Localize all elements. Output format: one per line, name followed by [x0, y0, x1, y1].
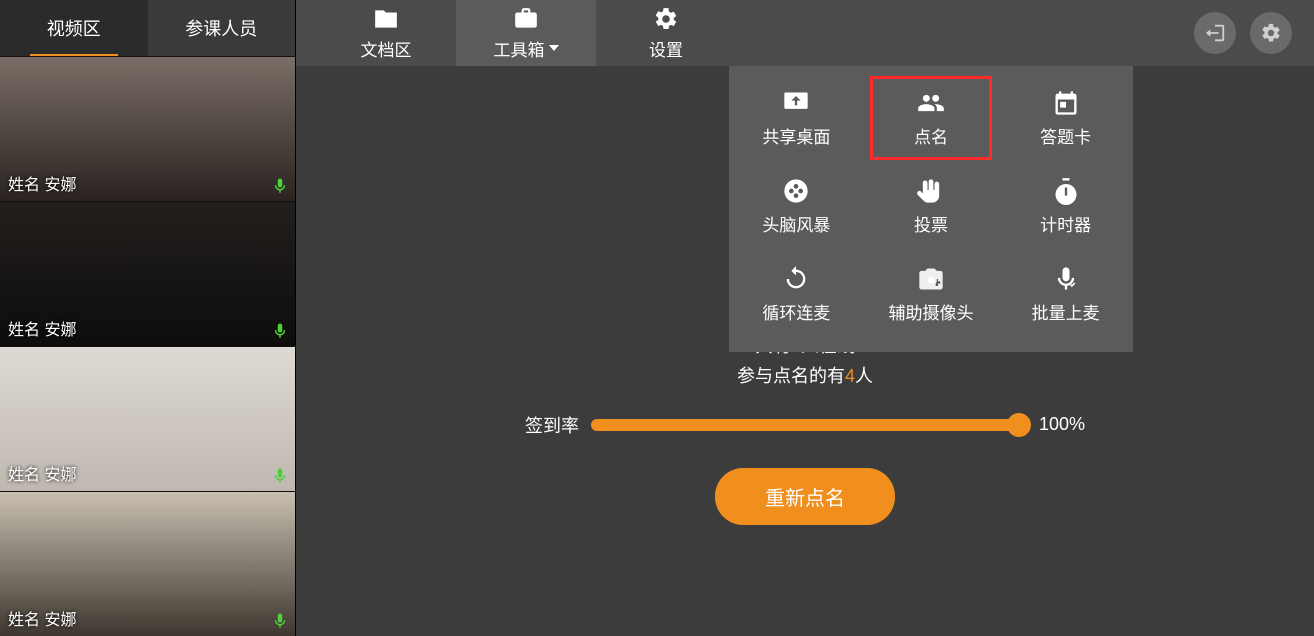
tool-batch-mic[interactable]: 批量上麦	[1004, 252, 1127, 336]
loop-icon	[782, 265, 810, 293]
gear-icon	[1260, 22, 1282, 44]
participant-name: 姓名 安娜	[0, 459, 84, 487]
tool-loop-mic[interactable]: 循环连麦	[735, 252, 858, 336]
video-cell[interactable]: 姓名 安娜	[0, 346, 295, 491]
mic-check-icon	[1052, 265, 1080, 293]
attendance-progress: 签到率 100%	[525, 412, 1085, 438]
share-icon	[782, 89, 810, 117]
settings-button[interactable]	[1250, 12, 1292, 54]
top-doc-label: 文档区	[361, 36, 412, 61]
participant-name: 姓名 安娜	[0, 314, 84, 342]
mic-icon	[271, 467, 289, 485]
tool-label: 循环连麦	[762, 299, 830, 324]
people-icon	[917, 89, 945, 117]
top-doc-area[interactable]: 文档区	[316, 0, 456, 66]
progress-bar	[591, 419, 1027, 431]
mic-icon	[271, 612, 289, 630]
rollcall-again-button[interactable]: 重新点名	[715, 468, 895, 525]
video-cell[interactable]: 姓名 安娜	[0, 201, 295, 346]
tool-vote[interactable]: 投票	[870, 164, 993, 248]
tool-timer[interactable]: 计时器	[1004, 164, 1127, 248]
toolbox-dropdown: 共享桌面 点名 答题卡 头脑风暴 投票 计时器	[729, 66, 1133, 352]
toolbox-icon	[513, 6, 539, 32]
participant-name: 姓名 安娜	[0, 604, 84, 632]
tool-brainstorm[interactable]: 头脑风暴	[735, 164, 858, 248]
gear-icon	[653, 6, 679, 32]
exit-button[interactable]	[1194, 12, 1236, 54]
tool-label: 批量上麦	[1032, 299, 1100, 324]
video-list: 姓名 安娜 姓名 安娜 姓名 安娜 姓名	[0, 56, 295, 636]
hand-icon	[917, 177, 945, 205]
chevron-down-icon	[549, 45, 559, 51]
tool-label: 共享桌面	[762, 123, 830, 148]
clock-icon	[1052, 177, 1080, 205]
progress-knob	[1009, 415, 1029, 435]
calendar-icon	[1052, 89, 1080, 117]
video-sidebar: 视频区 参课人员 姓名 安娜 姓名 安娜 姓名 安娜	[0, 0, 296, 636]
folder-icon	[373, 6, 399, 32]
tool-aux-camera[interactable]: 辅助摄像头	[870, 252, 993, 336]
film-icon	[782, 177, 810, 205]
tool-label: 计时器	[1040, 211, 1091, 236]
top-bar: 文档区 工具箱 设置	[296, 0, 1314, 66]
video-cell[interactable]: 姓名 安娜	[0, 491, 295, 636]
tool-label: 投票	[914, 211, 948, 236]
progress-label: 签到率	[525, 412, 579, 438]
tool-label: 头脑风暴	[762, 211, 830, 236]
main-area: 文档区 工具箱 设置 共享桌面 点名	[296, 0, 1314, 636]
topbar-right	[1194, 0, 1314, 66]
progress-value: 100%	[1039, 414, 1085, 435]
mic-icon	[271, 177, 289, 195]
exit-icon	[1204, 22, 1226, 44]
mic-icon	[271, 322, 289, 340]
tool-label: 答题卡	[1040, 123, 1091, 148]
tool-label: 点名	[914, 123, 948, 148]
tab-attendees[interactable]: 参课人员	[148, 0, 296, 56]
tool-share-desktop[interactable]: 共享桌面	[735, 76, 858, 160]
top-settings[interactable]: 设置	[596, 0, 736, 66]
tab-video-area[interactable]: 视频区	[0, 0, 148, 56]
participant-name: 姓名 安娜	[0, 169, 84, 197]
rollcall-panel: 共有4人在线 参与点名的有4人 签到率 100% 重新点名	[525, 328, 1085, 525]
attended-count-line: 参与点名的有4人	[525, 362, 1085, 388]
video-cell[interactable]: 姓名 安娜	[0, 56, 295, 201]
sidebar-tabs: 视频区 参课人员	[0, 0, 295, 56]
top-settings-label: 设置	[649, 36, 683, 61]
tool-label: 辅助摄像头	[888, 299, 973, 324]
top-toolbox-label: 工具箱	[494, 36, 559, 61]
camera-plus-icon	[917, 265, 945, 293]
top-toolbox[interactable]: 工具箱	[456, 0, 596, 66]
tool-roll-call[interactable]: 点名	[870, 76, 993, 160]
tool-answer-card[interactable]: 答题卡	[1004, 76, 1127, 160]
